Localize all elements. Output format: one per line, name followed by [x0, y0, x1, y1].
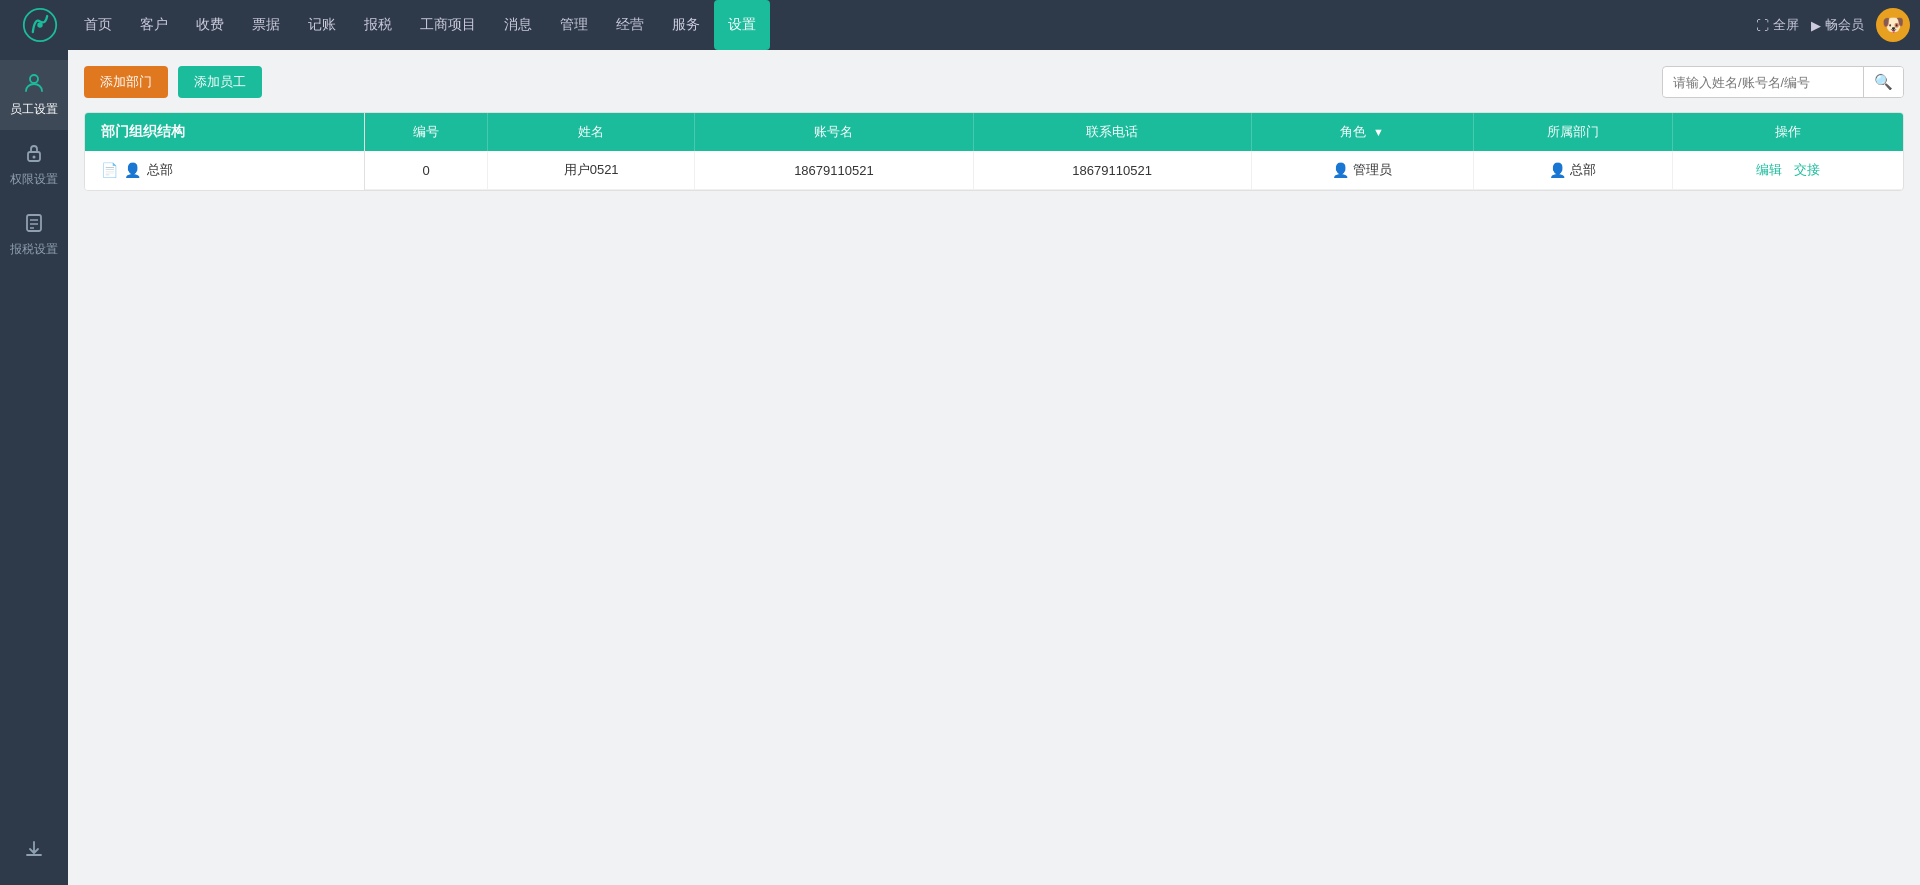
sidebar-item-permissions[interactable]: 权限设置 [0, 130, 68, 200]
sidebar-bottom [0, 826, 68, 885]
fullscreen-button[interactable]: ⛶ 全屏 [1756, 16, 1799, 34]
nav-customer[interactable]: 客户 [126, 0, 182, 50]
sidebar: 员工设置 权限设置 报税设置 [0, 50, 68, 885]
sidebar-label-tax: 报税设置 [10, 241, 58, 258]
add-dept-button[interactable]: 添加部门 [84, 66, 168, 98]
sidebar-item-tax-settings[interactable]: 报税设置 [0, 200, 68, 270]
nav-business[interactable]: 工商项目 [406, 0, 490, 50]
transfer-button[interactable]: 交接 [1794, 162, 1820, 177]
search-input[interactable] [1663, 69, 1863, 96]
nav-home[interactable]: 首页 [70, 0, 126, 50]
nav-right: ⛶ 全屏 ▶ 畅会员 🐶 [1756, 8, 1910, 42]
nav-bills[interactable]: 票据 [238, 0, 294, 50]
vip-button[interactable]: ▶ 畅会员 [1811, 16, 1864, 34]
col-role: 角色 ▼ [1251, 113, 1473, 151]
filter-icon[interactable]: ▼ [1373, 126, 1384, 138]
nav-message[interactable]: 消息 [490, 0, 546, 50]
col-phone: 联系电话 [973, 113, 1251, 151]
cell-account: 18679110521 [695, 151, 973, 190]
dept-name: 总部 [147, 161, 173, 179]
search-icon: 🔍 [1874, 73, 1893, 90]
cell-phone: 18679110521 [973, 151, 1251, 190]
avatar-emoji: 🐶 [1882, 14, 1904, 36]
role-person-icon: 👤 [1332, 162, 1349, 178]
avatar[interactable]: 🐶 [1876, 8, 1910, 42]
nav-manage[interactable]: 管理 [546, 0, 602, 50]
table-header-row: 编号 姓名 账号名 联系电话 角色 ▼ 所属部门 操作 [365, 113, 1903, 151]
dept-tree: 部门组织结构 📄 👤 总部 [85, 113, 365, 190]
nav-service[interactable]: 服务 [658, 0, 714, 50]
add-emp-button[interactable]: 添加员工 [178, 66, 262, 98]
nav-items: 首页 客户 收费 票据 记账 报税 工商项目 消息 管理 经营 服务 设置 [70, 0, 1756, 50]
nav-operation[interactable]: 经营 [602, 0, 658, 50]
sidebar-download[interactable] [0, 826, 68, 875]
cell-role: 👤 管理员 [1251, 151, 1473, 190]
main-content: 添加部门 添加员工 🔍 部门组织结构 📄 👤 总部 编号 [68, 50, 1920, 885]
search-box: 🔍 [1662, 66, 1904, 98]
edit-button[interactable]: 编辑 [1756, 162, 1782, 177]
logo[interactable] [10, 7, 70, 43]
col-id: 编号 [365, 113, 487, 151]
nav-fees[interactable]: 收费 [182, 0, 238, 50]
dept-tree-item-general[interactable]: 📄 👤 总部 [85, 151, 364, 189]
content-area: 部门组织结构 📄 👤 总部 编号 姓名 账号名 联系电话 角色 [84, 112, 1904, 191]
nav-settings[interactable]: 设置 [714, 0, 770, 50]
vip-icon: ▶ [1811, 18, 1821, 33]
col-dept: 所属部门 [1473, 113, 1672, 151]
fullscreen-label: 全屏 [1773, 16, 1799, 34]
cell-dept: 👤 总部 [1473, 151, 1672, 190]
table-body: 0 用户0521 18679110521 18679110521 👤 管理员 [365, 151, 1903, 190]
top-navigation: 首页 客户 收费 票据 记账 报税 工商项目 消息 管理 经营 服务 设置 ⛶ … [0, 0, 1920, 50]
lock-icon [23, 142, 45, 167]
nav-bookkeeping[interactable]: 记账 [294, 0, 350, 50]
table-row: 0 用户0521 18679110521 18679110521 👤 管理员 [365, 151, 1903, 190]
col-account: 账号名 [695, 113, 973, 151]
search-button[interactable]: 🔍 [1863, 67, 1903, 97]
sidebar-label-permissions: 权限设置 [10, 171, 58, 188]
employee-icon [23, 72, 45, 97]
nav-tax[interactable]: 报税 [350, 0, 406, 50]
col-name: 姓名 [487, 113, 694, 151]
toolbar: 添加部门 添加员工 🔍 [84, 66, 1904, 98]
sidebar-label-employee: 员工设置 [10, 101, 58, 118]
employee-table: 编号 姓名 账号名 联系电话 角色 ▼ 所属部门 操作 0 [365, 113, 1903, 190]
svg-point-2 [30, 75, 38, 83]
table: 编号 姓名 账号名 联系电话 角色 ▼ 所属部门 操作 0 [365, 113, 1903, 190]
dept-tree-header: 部门组织结构 [85, 113, 364, 151]
vip-label: 畅会员 [1825, 16, 1864, 34]
tax-settings-icon [23, 212, 45, 237]
cell-actions: 编辑 交接 [1672, 151, 1903, 190]
sidebar-item-employee[interactable]: 员工设置 [0, 60, 68, 130]
download-icon [23, 838, 45, 863]
cell-name: 用户0521 [487, 151, 694, 190]
document-icon: 📄 [101, 162, 118, 178]
person-icon: 👤 [124, 162, 141, 178]
cell-id: 0 [365, 151, 487, 190]
fullscreen-icon: ⛶ [1756, 18, 1769, 33]
dept-person-icon: 👤 [1549, 162, 1566, 178]
svg-point-1 [37, 22, 42, 27]
svg-point-4 [33, 156, 36, 159]
col-action: 操作 [1672, 113, 1903, 151]
